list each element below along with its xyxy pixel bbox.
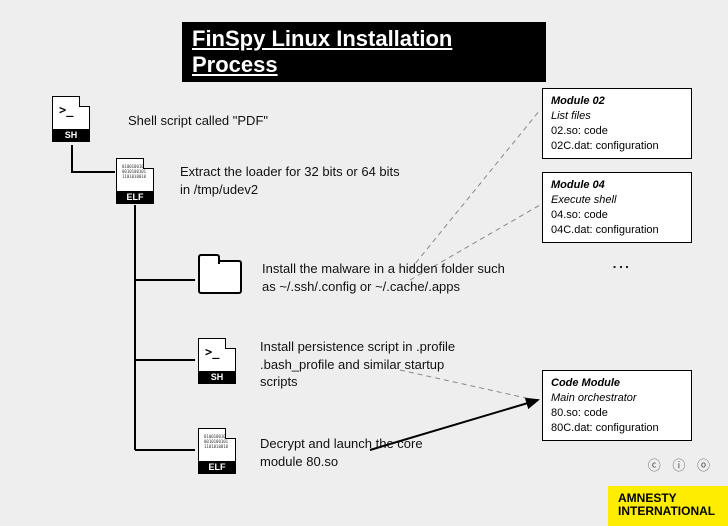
- file-type-label: SH: [53, 129, 89, 141]
- step-1: >_ SH: [52, 96, 90, 142]
- module-line: 02C.dat: configuration: [551, 139, 683, 154]
- module-line: 04.so: code: [551, 208, 683, 223]
- module-box-02: Module 02 List files 02.so: code 02C.dat…: [542, 88, 692, 159]
- cc-license-icon: ⓒ ⓘ ⓞ: [648, 455, 714, 474]
- step-2: 010010010100101001011101010010 ELF: [116, 158, 154, 204]
- module-box-code: Code Module Main orchestrator 80.so: cod…: [542, 370, 692, 441]
- file-type-label: ELF: [117, 191, 153, 203]
- module-title: Code Module: [551, 376, 683, 391]
- file-type-label: SH: [199, 371, 235, 383]
- step-1-text: Shell script called "PDF": [128, 112, 368, 130]
- amnesty-text-2: INTERNATIONAL: [618, 504, 715, 518]
- step-3-text: Install the malware in a hidden folder s…: [262, 260, 522, 295]
- terminal-glyph-icon: >_: [205, 345, 219, 359]
- amnesty-logo: AMNESTY INTERNATIONAL: [608, 486, 728, 526]
- step-4: >_ SH: [198, 338, 236, 384]
- step-5-text: Decrypt and launch the core module 80.so: [260, 435, 450, 470]
- file-type-label: ELF: [199, 461, 235, 473]
- terminal-glyph-icon: >_: [59, 103, 73, 117]
- elf-file-icon: 010010010100101001011101010010 ELF: [116, 158, 154, 204]
- elf-file-icon: 010010010100101001011101010010 ELF: [198, 428, 236, 474]
- module-box-04: Module 04 Execute shell 04.so: code 04C.…: [542, 172, 692, 243]
- amnesty-text-1: AMNESTY: [618, 491, 677, 505]
- module-line: 80.so: code: [551, 406, 683, 421]
- step-5: 010010010100101001011101010010 ELF: [198, 428, 236, 474]
- page-title: FinSpy Linux Installation Process: [182, 22, 546, 82]
- folder-icon: [198, 260, 242, 294]
- binary-glyph-icon: 010010010100101001011101010010: [204, 434, 230, 449]
- module-desc: List files: [551, 109, 683, 124]
- ellipsis-icon: ⋮: [610, 258, 632, 278]
- step-3: [198, 260, 242, 294]
- shell-file-icon: >_ SH: [198, 338, 236, 384]
- module-desc: Execute shell: [551, 193, 683, 208]
- module-line: 80C.dat: configuration: [551, 421, 683, 436]
- module-desc: Main orchestrator: [551, 391, 683, 406]
- module-title: Module 04: [551, 178, 683, 193]
- step-2-text: Extract the loader for 32 bits or 64 bit…: [180, 163, 410, 198]
- shell-file-icon: >_ SH: [52, 96, 90, 142]
- module-line: 02.so: code: [551, 124, 683, 139]
- binary-glyph-icon: 010010010100101001011101010010: [122, 164, 148, 179]
- module-title: Module 02: [551, 94, 683, 109]
- step-4-text: Install persistence script in .profile .…: [260, 338, 480, 391]
- module-line: 04C.dat: configuration: [551, 223, 683, 238]
